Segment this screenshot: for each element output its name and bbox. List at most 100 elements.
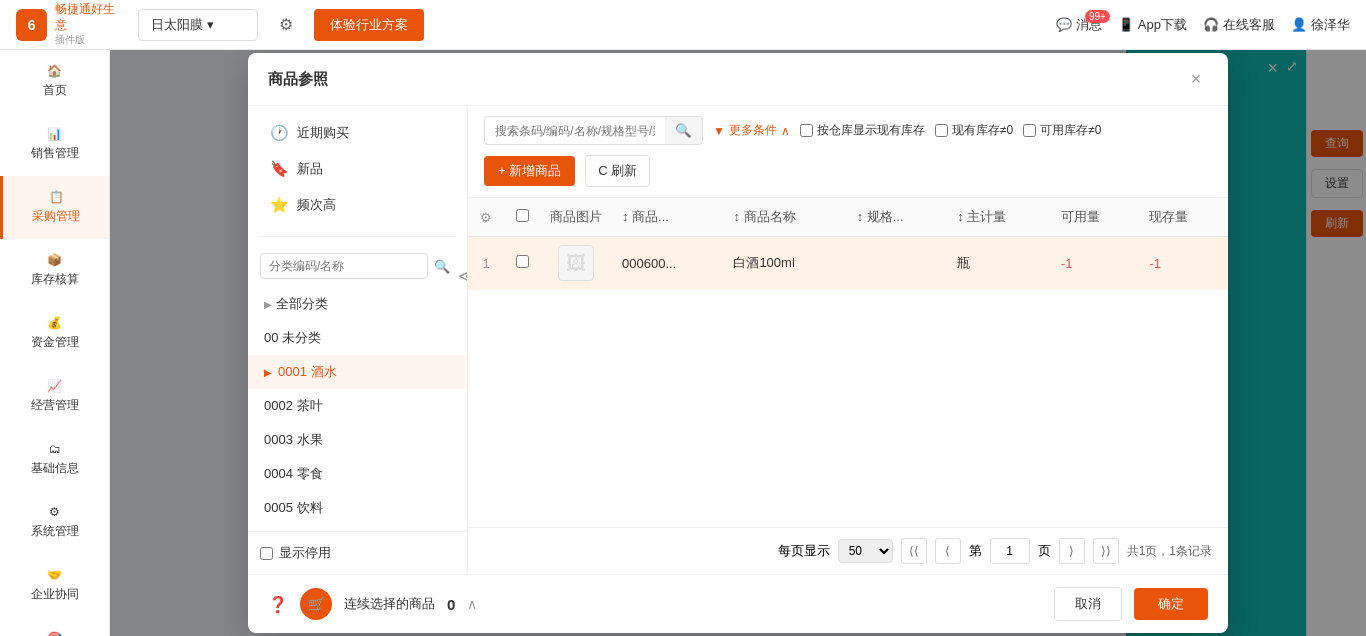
usable-stock-label[interactable]: 可用库存≠0	[1023, 122, 1101, 139]
category-0003[interactable]: 0003 水果	[248, 423, 467, 457]
th-stock: 现存量	[1139, 198, 1228, 237]
row-unit: 瓶	[947, 237, 1051, 290]
sidebar-item-finance[interactable]: 💰 资金管理	[0, 302, 109, 365]
nav-right: 💬 消息 99+ 📱 App下载 🎧 在线客服 👤 徐泽华	[1056, 16, 1350, 34]
category-00[interactable]: 00 未分类	[248, 321, 467, 355]
logo-text: 畅捷通好生意	[55, 2, 126, 33]
sidebar-item-sales[interactable]: 📊 销售管理	[0, 113, 109, 176]
sidebar-item-inventory[interactable]: 📦 库存核算	[0, 239, 109, 302]
row-spec	[847, 237, 947, 290]
add-product-button[interactable]: + 新增商品	[484, 156, 575, 186]
show-disabled-label[interactable]: 显示停用	[279, 544, 331, 562]
page-prev-button[interactable]: ⟨	[935, 538, 961, 564]
sidebar-item-purchase[interactable]: 📋 采购管理	[0, 176, 109, 239]
headset-icon: 🎧	[1203, 17, 1219, 32]
logo-sub: 插件版	[55, 33, 126, 47]
content-area: × ⤢ 查询 设置 刷新 商品参照 ×	[110, 50, 1366, 636]
cancel-button[interactable]: 取消	[1054, 587, 1122, 621]
row-select-checkbox[interactable]	[516, 255, 529, 268]
by-warehouse-checkbox[interactable]	[800, 124, 813, 137]
refresh-product-button[interactable]: C 刷新	[585, 155, 650, 187]
page-number-input[interactable]	[990, 538, 1030, 564]
th-checkbox	[504, 198, 540, 237]
store-dropdown[interactable]: 日太阳膜 ▾	[138, 9, 258, 41]
confirm-button[interactable]: 确定	[1134, 588, 1208, 620]
user-item[interactable]: 👤 徐泽华	[1291, 16, 1350, 34]
product-search-button[interactable]: 🔍	[665, 117, 702, 144]
settings-icon[interactable]: ⚙	[270, 9, 302, 41]
purchase-icon: 📋	[49, 190, 64, 204]
service-item[interactable]: 🎧 在线客服	[1203, 16, 1275, 34]
usable-stock-checkbox[interactable]	[1023, 124, 1036, 137]
available-stock-checkbox[interactable]	[935, 124, 948, 137]
modal-header: 商品参照 ×	[248, 53, 1228, 106]
modal-right-panel: 🔍 ▼ 更多条件 ∧ 按仓库显示现有库存	[468, 106, 1228, 574]
sidebar-item-business[interactable]: 📈 经营管理	[0, 365, 109, 428]
message-badge: 99+	[1085, 10, 1110, 23]
continuous-label: 连续选择的商品	[344, 595, 435, 613]
chevron-up-icon[interactable]: ∧	[467, 596, 477, 612]
modal-close-button[interactable]: ×	[1184, 67, 1208, 91]
sidebar-item-guide[interactable]: 🎯 新手引导	[0, 617, 109, 636]
collapse-icon[interactable]: ≪	[450, 265, 468, 287]
top-nav: 6 畅捷通好生意 插件版 日太阳膜 ▾ ⚙ 体验行业方案 💬 消息 99+ 📱 …	[0, 0, 1366, 50]
page-label: 第	[969, 542, 982, 560]
new-icon: 🔖	[270, 160, 289, 178]
th-settings[interactable]: ⚙	[468, 198, 504, 237]
page-last-button[interactable]: ⟩⟩	[1093, 538, 1119, 564]
product-search-input[interactable]	[485, 119, 665, 143]
product-reference-modal: 商品参照 × 🕐 近期购买 🔖	[248, 53, 1228, 633]
filter-more-button[interactable]: ▼ 更多条件 ∧	[713, 122, 790, 139]
inventory-icon: 📦	[47, 253, 62, 267]
experience-btn[interactable]: 体验行业方案	[314, 9, 424, 41]
message-item[interactable]: 💬 消息 99+	[1056, 16, 1102, 34]
category-search-icon[interactable]: 🔍	[434, 259, 450, 274]
app-download-item[interactable]: 📱 App下载	[1118, 16, 1187, 34]
page-next-button[interactable]: ⟩	[1059, 538, 1085, 564]
category-search-wrap: 🔍	[260, 245, 450, 287]
page-first-button[interactable]: ⟨⟨	[901, 538, 927, 564]
category-0005[interactable]: 0005 饮料	[248, 491, 467, 525]
page-unit: 页	[1038, 542, 1051, 560]
cart-icon: 🛒	[300, 588, 332, 620]
filter-chevron-icon: ∧	[781, 124, 790, 138]
guide-icon: 🎯	[47, 631, 62, 636]
sidebar-item-corp[interactable]: 🤝 企业协同	[0, 554, 109, 617]
modal-title: 商品参照	[268, 70, 328, 89]
row-code: 000600...	[612, 237, 723, 290]
sidebar-item-system[interactable]: ⚙ 系统管理	[0, 491, 109, 554]
row-index: 1	[468, 237, 504, 290]
sidebar-item-home[interactable]: 🏠 首页	[0, 50, 109, 113]
app-icon: 📱	[1118, 17, 1134, 32]
logo-area: 6 畅捷通好生意 插件版	[16, 2, 126, 47]
modal-body: 🕐 近期购买 🔖 新品 ⭐ 频次高	[248, 106, 1228, 574]
table-row[interactable]: 1 🖼	[468, 237, 1228, 290]
modal-footer: ❓ 🛒 连续选择的商品 0 ∧ 取消 确定	[248, 574, 1228, 633]
product-table: ⚙ 商品图片 ↕ 商品...	[468, 198, 1228, 290]
category-arrow-all: ▶	[264, 299, 272, 310]
category-0004[interactable]: 0004 零食	[248, 457, 467, 491]
help-icon[interactable]: ❓	[268, 595, 288, 614]
new-product-nav[interactable]: 🔖 新品	[260, 152, 455, 186]
row-stock: -1	[1139, 237, 1228, 290]
category-0001[interactable]: ▶ 0001 酒水	[248, 355, 467, 389]
modal-toolbar: 🔍 ▼ 更多条件 ∧ 按仓库显示现有库存	[468, 106, 1228, 198]
cart-count: 0	[447, 596, 455, 613]
per-page-select[interactable]: 50 10 20 100	[838, 539, 893, 563]
sidebar-item-basic[interactable]: 🗂 基础信息	[0, 428, 109, 491]
by-warehouse-label[interactable]: 按仓库显示现有库存	[800, 122, 925, 139]
per-page-label: 每页显示	[778, 542, 830, 560]
high-freq-nav[interactable]: ⭐ 频次高	[260, 188, 455, 222]
show-disabled-checkbox[interactable]	[260, 547, 273, 560]
category-0002[interactable]: 0002 茶叶	[248, 389, 467, 423]
select-all-checkbox[interactable]	[516, 209, 529, 222]
product-table-container: ⚙ 商品图片 ↕ 商品...	[468, 198, 1228, 527]
recent-purchase-nav[interactable]: 🕐 近期购买	[260, 116, 455, 150]
system-icon: ⚙	[49, 505, 60, 519]
user-icon: 👤	[1291, 17, 1307, 32]
category-list: ▶ 全部分类 00 未分类 ▶ 0001 酒水 0002 茶	[248, 287, 467, 531]
category-search-input[interactable]	[260, 253, 428, 279]
available-stock-label[interactable]: 现有库存≠0	[935, 122, 1013, 139]
message-icon: 💬	[1056, 17, 1072, 32]
category-all[interactable]: ▶ 全部分类	[248, 287, 467, 321]
